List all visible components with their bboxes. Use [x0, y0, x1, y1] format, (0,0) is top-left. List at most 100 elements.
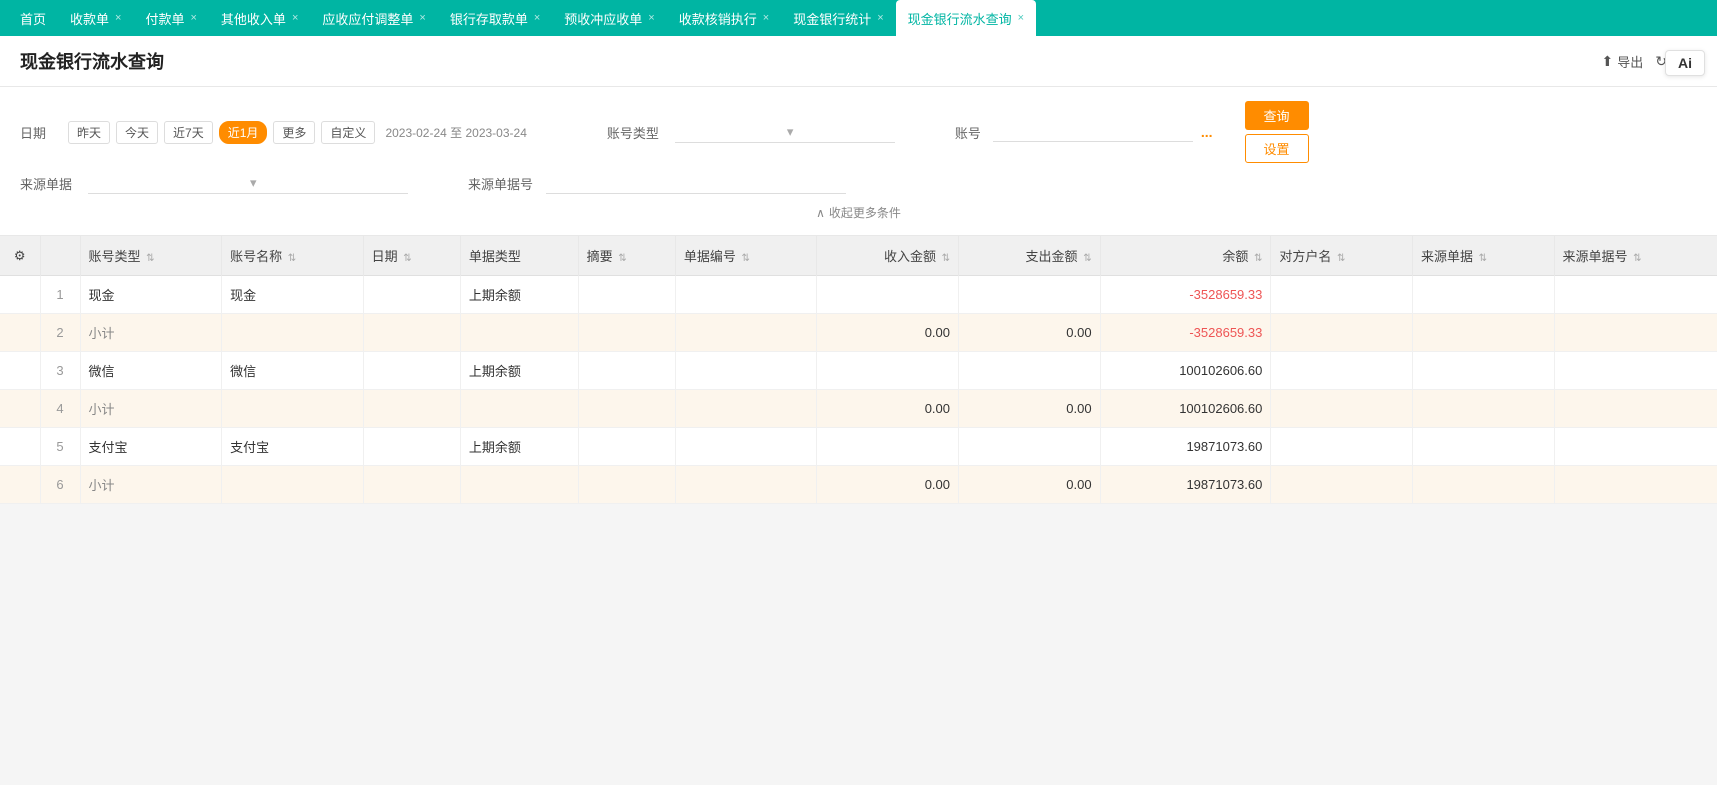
source-doc-select[interactable]: ▾	[88, 173, 408, 194]
nav-bank-flow-close[interactable]: ×	[1018, 12, 1024, 24]
nav-payment[interactable]: 付款单 ×	[133, 0, 208, 36]
td-expense	[959, 352, 1101, 390]
date-btn-today[interactable]: 今天	[116, 121, 158, 144]
td-account-name: 支付宝	[222, 428, 364, 466]
td-source-doc-num	[1554, 314, 1717, 352]
nav-advance-label: 预收冲应收单	[564, 9, 642, 28]
sort-icon-balance: ⇅	[1254, 253, 1262, 264]
nav-bank-deposit-close[interactable]: ×	[534, 12, 540, 24]
table-row: 2 小计 0.00 0.00 -3528659.33	[0, 314, 1717, 352]
nav-advance-close[interactable]: ×	[648, 12, 654, 24]
td-counterpart	[1271, 466, 1413, 504]
th-source-doc[interactable]: 来源单据 ⇅	[1412, 236, 1554, 276]
nav-advance[interactable]: 预收冲应收单 ×	[552, 0, 666, 36]
ai-badge[interactable]: Ai	[1665, 50, 1705, 76]
th-account-type[interactable]: 账号类型 ⇅	[80, 236, 222, 276]
nav-other-income[interactable]: 其他收入单 ×	[209, 0, 310, 36]
nav-receipt[interactable]: 收款单 ×	[58, 0, 133, 36]
collapse-bar[interactable]: ∧ 收起更多条件	[20, 204, 1697, 221]
td-expense: 0.00	[959, 390, 1101, 428]
td-counterpart	[1271, 276, 1413, 314]
table-row: 6 小计 0.00 0.00 19871073.60	[0, 466, 1717, 504]
nav-bank-deposit[interactable]: 银行存取款单 ×	[438, 0, 552, 36]
nav-bank-stats-close[interactable]: ×	[877, 12, 883, 24]
td-source-doc-num	[1554, 390, 1717, 428]
nav-other-income-close[interactable]: ×	[292, 12, 298, 24]
date-btn-yesterday[interactable]: 昨天	[68, 121, 110, 144]
th-income[interactable]: 收入金额 ⇅	[817, 236, 959, 276]
th-summary[interactable]: 摘要 ⇅	[578, 236, 675, 276]
nav-receipt-close[interactable]: ×	[115, 12, 121, 24]
th-expense[interactable]: 支出金额 ⇅	[959, 236, 1101, 276]
collapse-up-icon: ∧	[816, 206, 825, 220]
td-source-doc	[1412, 276, 1554, 314]
td-balance: 19871073.60	[1100, 428, 1271, 466]
table-row: 1 现金 现金 上期余额 -3528659.33	[0, 276, 1717, 314]
sort-icon-account-type: ⇅	[146, 253, 154, 264]
th-date[interactable]: 日期 ⇅	[363, 236, 460, 276]
td-balance: 100102606.60	[1100, 352, 1271, 390]
sort-icon-summary: ⇅	[618, 253, 626, 264]
td-index: 1	[40, 276, 80, 314]
nav-adjustment-label: 应收应付调整单	[322, 9, 413, 28]
td-index: 6	[40, 466, 80, 504]
table-area: ⚙ 账号类型 ⇅ 账号名称 ⇅ 日期 ⇅ 单据类型	[0, 236, 1717, 504]
nav-home[interactable]: 首页	[8, 0, 58, 36]
table-row: 3 微信 微信 上期余额 100102606.60	[0, 352, 1717, 390]
export-button[interactable]: ⬆ 导出	[1602, 52, 1644, 71]
account-type-select[interactable]: ▾	[675, 122, 895, 143]
filter-row-source: 来源单据 ▾ 来源单据号	[20, 173, 1697, 194]
date-btn-custom[interactable]: 自定义	[321, 121, 375, 144]
nav-bank-deposit-label: 银行存取款单	[450, 9, 528, 28]
ellipsis-button[interactable]: ...	[1201, 124, 1213, 140]
td-date	[363, 428, 460, 466]
td-gear	[0, 352, 40, 390]
td-doc-num	[675, 314, 817, 352]
td-index: 4	[40, 390, 80, 428]
data-table: ⚙ 账号类型 ⇅ 账号名称 ⇅ 日期 ⇅ 单据类型	[0, 236, 1717, 504]
th-doc-num[interactable]: 单据编号 ⇅	[675, 236, 817, 276]
sort-icon-date: ⇅	[403, 253, 411, 264]
td-gear	[0, 390, 40, 428]
th-gear[interactable]: ⚙	[0, 236, 40, 276]
nav-collection[interactable]: 收款核销执行 ×	[667, 0, 781, 36]
date-range: 2023-02-24 至 2023-03-24	[385, 124, 526, 141]
source-doc-num-input[interactable]	[546, 174, 846, 194]
nav-adjustment[interactable]: 应收应付调整单 ×	[310, 0, 437, 36]
date-btn-7days[interactable]: 近7天	[164, 121, 213, 144]
th-source-doc-num[interactable]: 来源单据号 ⇅	[1554, 236, 1717, 276]
td-income: 0.00	[817, 390, 959, 428]
td-summary	[578, 352, 675, 390]
td-summary	[578, 276, 675, 314]
th-index	[40, 236, 80, 276]
th-account-name[interactable]: 账号名称 ⇅	[222, 236, 364, 276]
nav-bank-stats[interactable]: 现金银行统计 ×	[781, 0, 895, 36]
td-source-doc	[1412, 466, 1554, 504]
nav-adjustment-close[interactable]: ×	[419, 12, 425, 24]
td-doc-type: 上期余额	[460, 352, 578, 390]
nav-bank-flow[interactable]: 现金银行流水查询 ×	[896, 0, 1036, 36]
th-counterpart[interactable]: 对方户名 ⇅	[1271, 236, 1413, 276]
date-btn-1month[interactable]: 近1月	[219, 121, 268, 144]
query-button[interactable]: 查询	[1245, 101, 1309, 130]
td-date	[363, 352, 460, 390]
source-doc-chevron-icon: ▾	[250, 175, 404, 191]
nav-collection-label: 收款核销执行	[679, 9, 757, 28]
td-source-doc-num	[1554, 466, 1717, 504]
date-btn-more[interactable]: 更多	[273, 121, 315, 144]
td-balance: -3528659.33	[1100, 276, 1271, 314]
settings-button[interactable]: 设置	[1245, 134, 1309, 163]
nav-payment-close[interactable]: ×	[190, 12, 196, 24]
th-balance[interactable]: 余额 ⇅	[1100, 236, 1271, 276]
page-header: 现金银行流水查询 ⬆ 导出 ↻ 刷新	[0, 36, 1717, 87]
account-input[interactable]	[993, 122, 1193, 142]
td-account-name: 微信	[222, 352, 364, 390]
source-doc-num-label: 来源单据号	[468, 174, 538, 193]
td-summary	[578, 390, 675, 428]
nav-collection-close[interactable]: ×	[763, 12, 769, 24]
sort-icon-account-name: ⇅	[288, 253, 296, 264]
filter-row-date: 日期 昨天 今天 近7天 近1月 更多 自定义 2023-02-24 至 202…	[20, 101, 1697, 163]
td-gear	[0, 428, 40, 466]
td-expense: 0.00	[959, 466, 1101, 504]
td-source-doc-num	[1554, 276, 1717, 314]
